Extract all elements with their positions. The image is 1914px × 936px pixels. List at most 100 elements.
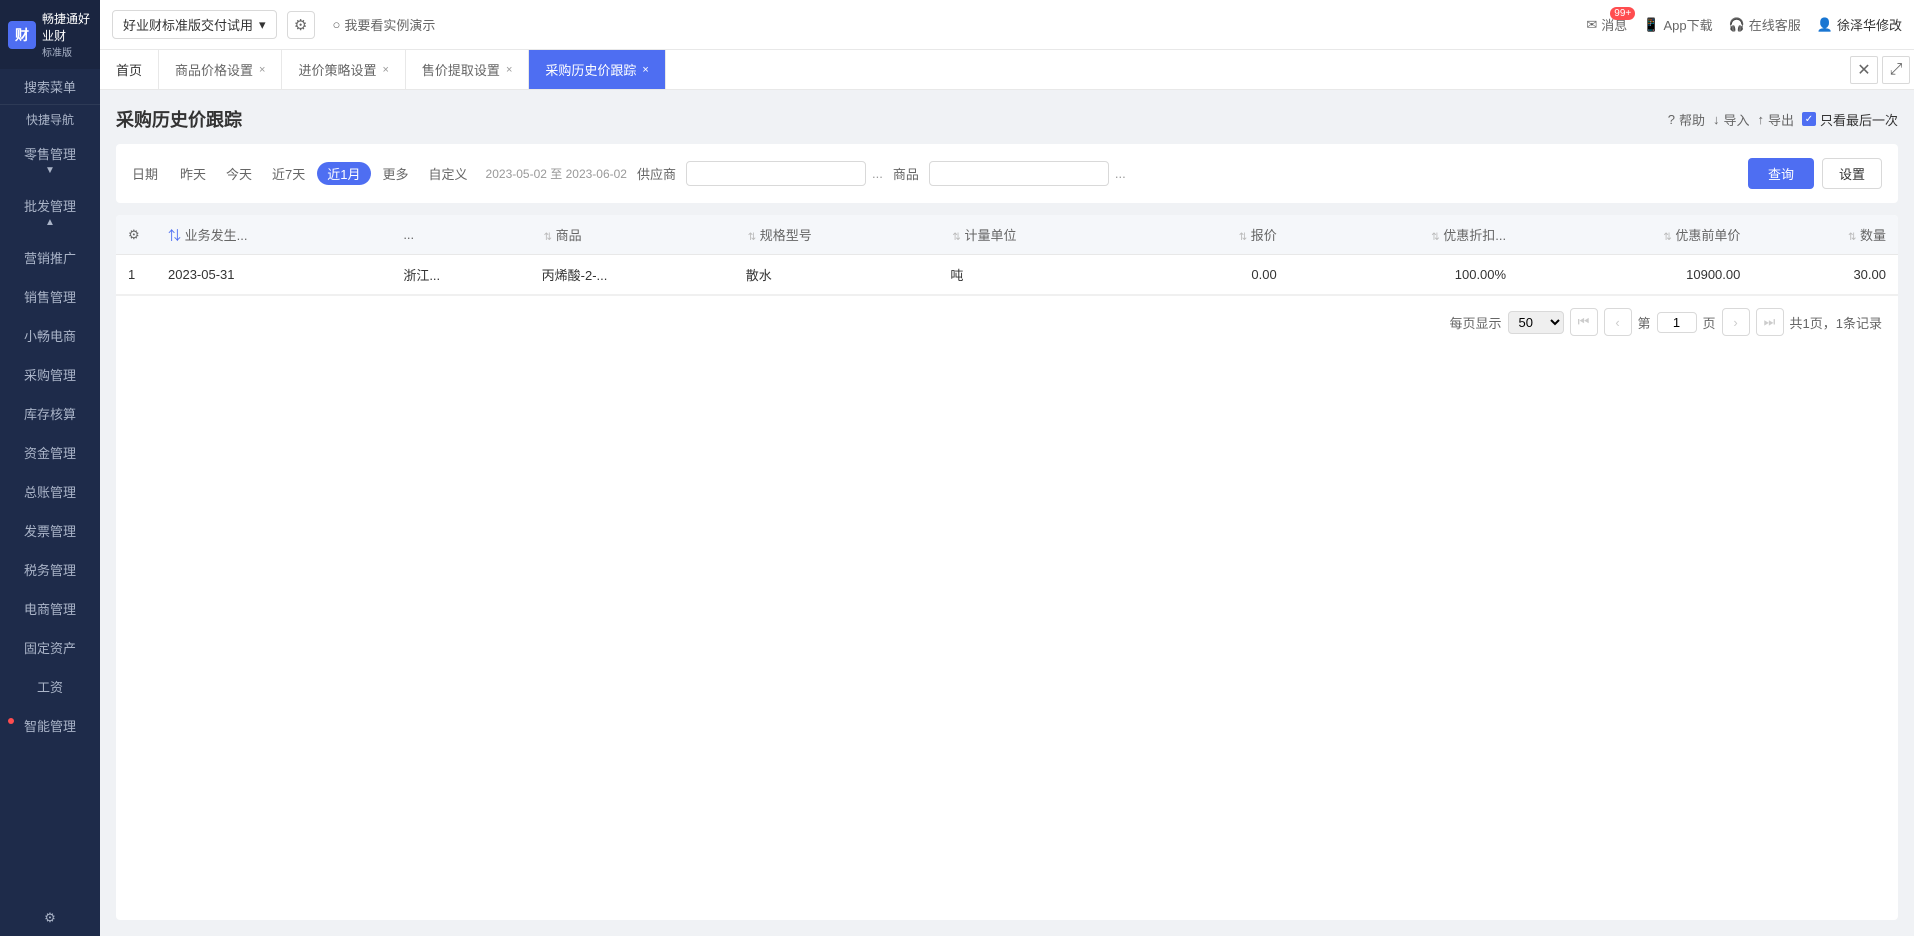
user-menu[interactable]: 👤 徐泽华修改 [1817, 15, 1902, 34]
topbar-gear-button[interactable]: ⚙ [287, 11, 315, 39]
col-date[interactable]: ⇅ 业务发生... [156, 215, 391, 255]
config-icon: ⚙ [128, 227, 140, 242]
sidebar-item-ecommerce-label: 电商管理 [24, 599, 76, 618]
message-button[interactable]: ✉ 消息 99+ [1586, 15, 1627, 34]
col-quantity[interactable]: ⇅ 数量 [1752, 215, 1898, 255]
sidebar-item-retail-label: 零售管理 [24, 144, 76, 163]
import-label: 导入 [1723, 110, 1749, 129]
sidebar-item-tax-label: 税务管理 [24, 560, 76, 579]
sidebar-item-ecommerce-small-label: 小畅电商 [24, 326, 76, 345]
sidebar-item-wholesale[interactable]: 批发管理 ▲ [0, 186, 100, 238]
message-badge: 99+ [1610, 7, 1635, 20]
col-more[interactable]: ... [391, 215, 529, 255]
support-button[interactable]: 🎧 在线客服 [1729, 15, 1801, 34]
app-download-button[interactable]: 📱 App下载 [1643, 15, 1712, 34]
product-filter: 商品 ... [893, 161, 1126, 186]
sidebar-item-fixed-assets[interactable]: 固定资产 [0, 628, 100, 667]
sidebar-item-ledger[interactable]: 总账管理 [0, 472, 100, 511]
sidebar-item-inventory[interactable]: 库存核算 [0, 394, 100, 433]
supplier-input[interactable] [686, 161, 866, 186]
col-config[interactable]: ⚙ [116, 215, 156, 255]
sidebar-item-invoice[interactable]: 发票管理 [0, 511, 100, 550]
sidebar-item-retail[interactable]: 零售管理 ▼ [0, 134, 100, 186]
help-button[interactable]: ? 帮助 [1668, 110, 1705, 129]
last1m-button[interactable]: 近1月 [317, 162, 370, 185]
product-more-button[interactable]: ... [1115, 166, 1126, 181]
user-name: 徐泽华修改 [1837, 15, 1902, 34]
sidebar-item-ecommerce-small[interactable]: 小畅电商 [0, 316, 100, 355]
sidebar-item-salary-label: 工资 [37, 677, 63, 696]
cell-supplier: 浙江... [391, 255, 529, 295]
demo-link[interactable]: ○ 我要看实例演示 [333, 15, 436, 34]
sidebar-item-sales[interactable]: 销售管理 [0, 277, 100, 316]
col-price-before[interactable]: ⇅ 优惠前单价 [1518, 215, 1752, 255]
demo-label: 我要看实例演示 [344, 15, 435, 34]
yesterday-button[interactable]: 昨天 [172, 162, 214, 185]
sidebar-item-salary[interactable]: 工资 [0, 667, 100, 706]
close-icon[interactable]: × [642, 64, 648, 76]
sidebar-item-ecommerce[interactable]: 电商管理 [0, 589, 100, 628]
per-page-label: 每页显示 [1449, 313, 1501, 332]
version-select[interactable]: 好业财标准版交付试用 ▾ [112, 10, 277, 39]
tab-price[interactable]: 商品价格设置 × [159, 50, 282, 89]
message-icon: ✉ [1586, 17, 1597, 33]
data-table: ⚙ ⇅ 业务发生... ... ⇅ 商品 [116, 215, 1898, 295]
col-unit[interactable]: ⇅ 计量单位 [938, 215, 1143, 255]
app-icon: 📱 [1643, 17, 1659, 33]
settings-gear-button[interactable]: ⚙ [0, 900, 100, 936]
page-unit: 页 [1703, 313, 1716, 332]
prev-page-button[interactable]: ‹ [1604, 308, 1632, 336]
help-label: 帮助 [1679, 110, 1705, 129]
last7-button[interactable]: 近7天 [264, 162, 313, 185]
help-icon: ? [1668, 112, 1675, 127]
export-button[interactable]: ↑ 导出 [1757, 110, 1794, 129]
cell-quantity: 30.00 [1752, 255, 1898, 295]
cell-price-before: 10900.00 [1518, 255, 1752, 295]
next-page-button[interactable]: › [1722, 308, 1750, 336]
page-input[interactable] [1657, 312, 1697, 333]
close-icon[interactable]: × [382, 64, 388, 76]
close-tab-button[interactable]: ✕ [1850, 56, 1878, 84]
chevron-up-icon: ▲ [45, 217, 55, 228]
supplier-more-button[interactable]: ... [872, 166, 883, 181]
sidebar-item-purchase[interactable]: 采购管理 [0, 355, 100, 394]
supplier-filter: 供应商 ... [637, 161, 883, 186]
first-page-button[interactable]: ⏮ [1570, 308, 1598, 336]
close-icon[interactable]: × [506, 64, 512, 76]
demo-icon: ○ [333, 17, 341, 32]
sidebar-item-marketing[interactable]: 营销推广 [0, 238, 100, 277]
last-page-button[interactable]: ⏭ [1756, 308, 1784, 336]
close-icon[interactable]: × [259, 64, 265, 76]
maximize-tab-button[interactable]: ⤢ [1882, 56, 1910, 84]
tab-purchase-strategy[interactable]: 进价策略设置 × [282, 50, 405, 89]
settings-button[interactable]: 设置 [1822, 158, 1882, 189]
date-range-display: 2023-05-02 至 2023-06-02 [486, 165, 627, 182]
col-spec[interactable]: ⇅ 规格型号 [734, 215, 939, 255]
search-menu[interactable]: 搜索菜单 [0, 69, 100, 105]
more-date-button[interactable]: 更多 [375, 162, 417, 185]
import-button[interactable]: ↓ 导入 [1713, 110, 1750, 129]
tab-price-extract[interactable]: 售价提取设置 × [406, 50, 529, 89]
sidebar-item-finance[interactable]: 资金管理 [0, 433, 100, 472]
cell-spec: 散水 [734, 255, 939, 295]
cell-product: 丙烯酸-2-... [530, 255, 734, 295]
tab-history-price[interactable]: 采购历史价跟踪 × [529, 50, 665, 89]
sidebar-item-invoice-label: 发票管理 [24, 521, 76, 540]
only-last-checkbox[interactable]: ✓ 只看最后一次 [1802, 110, 1898, 129]
tab-home[interactable]: 首页 [100, 50, 159, 89]
col-discount[interactable]: ⇅ 优惠折扣... [1289, 215, 1518, 255]
custom-date-button[interactable]: 自定义 [421, 162, 476, 185]
sidebar-item-smart[interactable]: ● 智能管理 [0, 706, 100, 745]
tab-home-label: 首页 [116, 60, 142, 79]
query-button[interactable]: 查询 [1748, 158, 1814, 189]
sort-asc-icon: ⇅ [168, 228, 181, 243]
col-quote[interactable]: ⇅ 报价 [1143, 215, 1289, 255]
headset-icon: 🎧 [1729, 17, 1745, 33]
sidebar-item-tax[interactable]: 税务管理 [0, 550, 100, 589]
col-product[interactable]: ⇅ 商品 [530, 215, 734, 255]
sidebar-item-marketing-label: 营销推广 [24, 248, 76, 267]
quick-nav[interactable]: 快捷导航 [0, 105, 100, 134]
today-button[interactable]: 今天 [218, 162, 260, 185]
per-page-select[interactable]: 50 100 200 [1508, 311, 1564, 334]
product-input[interactable] [929, 161, 1109, 186]
